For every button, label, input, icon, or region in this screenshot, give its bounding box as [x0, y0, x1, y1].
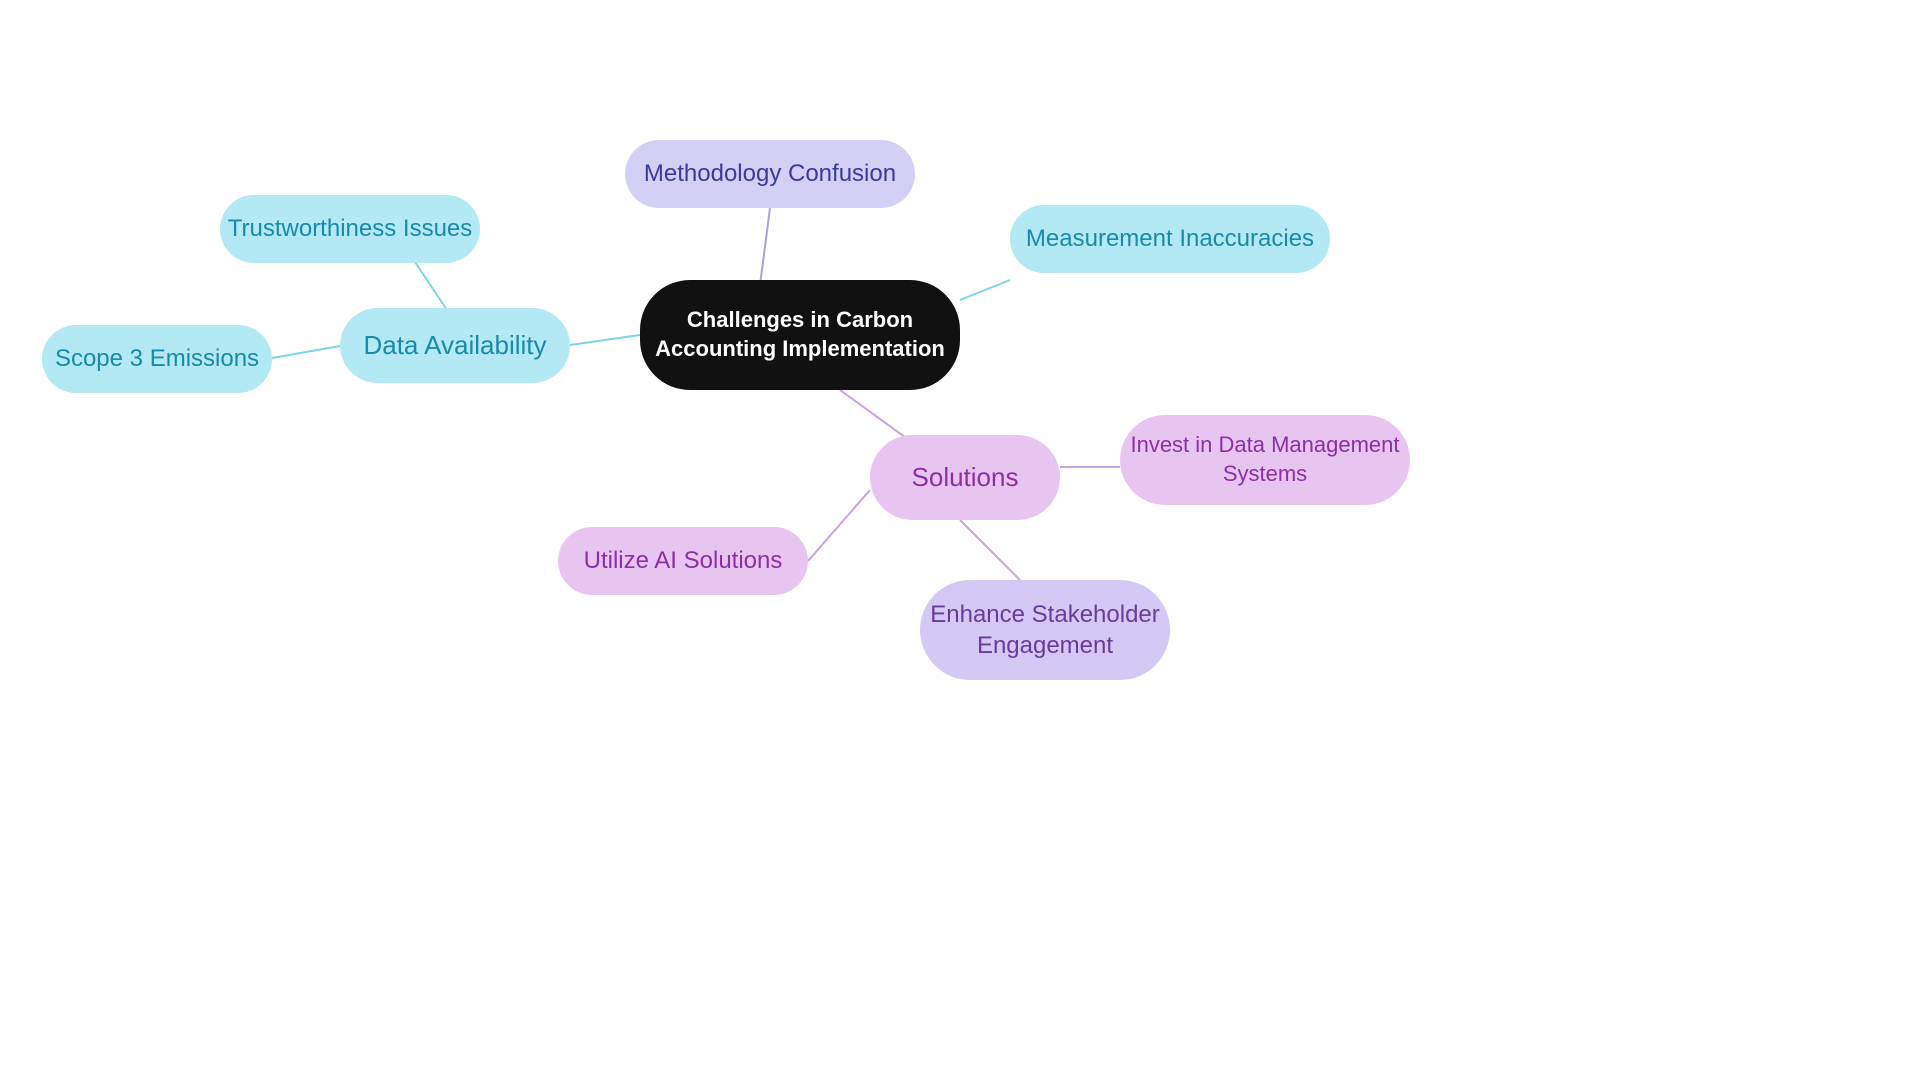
invest-label: Invest in Data Management Systems: [1120, 431, 1410, 488]
trustworthiness-label: Trustworthiness Issues: [228, 213, 473, 244]
enhance-label: Enhance Stakeholder Engagement: [920, 599, 1170, 661]
enhance-node: Enhance Stakeholder Engagement: [920, 580, 1170, 680]
center-label: Challenges in Carbon Accounting Implemen…: [640, 306, 960, 363]
invest-node: Invest in Data Management Systems: [1120, 415, 1410, 505]
utilize-node: Utilize AI Solutions: [558, 527, 808, 595]
data-availability-node: Data Availability: [340, 308, 570, 383]
solutions-node: Solutions: [870, 435, 1060, 520]
scope3-node: Scope 3 Emissions: [42, 325, 272, 393]
center-node: Challenges in Carbon Accounting Implemen…: [640, 280, 960, 390]
scope3-label: Scope 3 Emissions: [55, 343, 259, 374]
connection-lines: [0, 0, 1920, 1083]
trustworthiness-node: Trustworthiness Issues: [220, 195, 480, 263]
mind-map: Challenges in Carbon Accounting Implemen…: [0, 0, 1920, 1083]
data-availability-label: Data Availability: [363, 329, 546, 363]
utilize-label: Utilize AI Solutions: [584, 545, 783, 576]
solutions-label: Solutions: [912, 461, 1019, 495]
methodology-label: Methodology Confusion: [644, 158, 896, 189]
measurement-node: Measurement Inaccuracies: [1010, 205, 1330, 273]
methodology-node: Methodology Confusion: [625, 140, 915, 208]
measurement-label: Measurement Inaccuracies: [1026, 223, 1314, 254]
